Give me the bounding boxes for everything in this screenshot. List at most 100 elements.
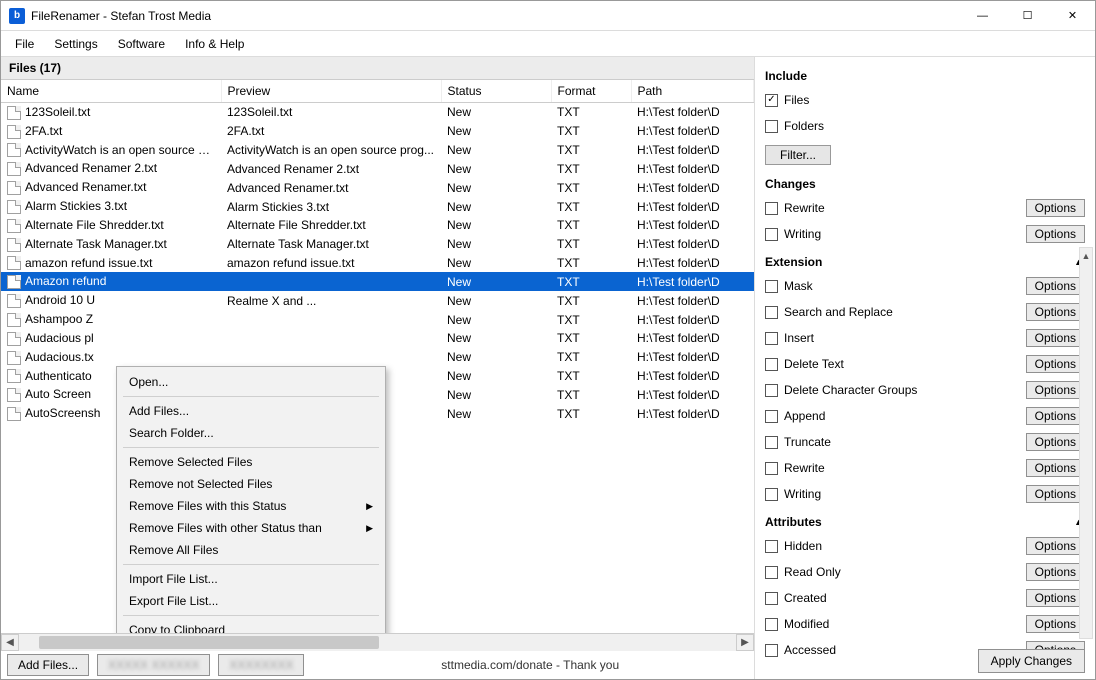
file-icon bbox=[7, 351, 21, 365]
file-icon bbox=[7, 407, 21, 421]
hidden-button-1[interactable]: XXXXX XXXXXX bbox=[97, 654, 210, 676]
options-hidden[interactable]: Options bbox=[1026, 537, 1085, 555]
ctx-remove-other-status[interactable]: Remove Files with other Status than▶ bbox=[117, 517, 385, 539]
ctx-add-files[interactable]: Add Files... bbox=[117, 400, 385, 422]
options-created[interactable]: Options bbox=[1026, 589, 1085, 607]
checkbox-files[interactable]: ✓ bbox=[765, 94, 778, 107]
table-row[interactable]: Ashampoo ZNewTXTH:\Test folder\D bbox=[1, 310, 754, 329]
checkbox-sar[interactable] bbox=[765, 306, 778, 319]
section-include: Include bbox=[765, 69, 1085, 83]
window-title: FileRenamer - Stefan Trost Media bbox=[31, 9, 960, 23]
apply-changes-button[interactable]: Apply Changes bbox=[978, 649, 1085, 673]
horizontal-scrollbar[interactable]: ◀ ▶ bbox=[1, 633, 754, 651]
checkbox-truncate[interactable] bbox=[765, 436, 778, 449]
checkbox-writing[interactable] bbox=[765, 228, 778, 241]
ctx-copy-clipboard[interactable]: Copy to Clipboard bbox=[117, 619, 385, 633]
file-icon bbox=[7, 219, 21, 233]
options-mask[interactable]: Options bbox=[1026, 277, 1085, 295]
panel-scrollbar[interactable]: ▲ bbox=[1079, 247, 1093, 639]
ctx-search-folder[interactable]: Search Folder... bbox=[117, 422, 385, 444]
hidden-button-2[interactable]: XXXXXXXX bbox=[218, 654, 304, 676]
ctx-remove-all[interactable]: Remove All Files bbox=[117, 539, 385, 561]
table-row[interactable]: Android 10 URealme X and ...NewTXTH:\Tes… bbox=[1, 291, 754, 310]
scroll-left-icon[interactable]: ◀ bbox=[1, 634, 19, 651]
ctx-export-list[interactable]: Export File List... bbox=[117, 590, 385, 612]
file-icon bbox=[7, 162, 21, 176]
checkbox-rewrite2[interactable] bbox=[765, 462, 778, 475]
options-sar[interactable]: Options bbox=[1026, 303, 1085, 321]
ctx-import-list[interactable]: Import File List... bbox=[117, 568, 385, 590]
file-list-panel: Files (17) Name Preview Status Format Pa… bbox=[1, 57, 755, 679]
ctx-remove-not-selected[interactable]: Remove not Selected Files bbox=[117, 473, 385, 495]
checkbox-rewrite[interactable] bbox=[765, 202, 778, 215]
table-row[interactable]: Advanced Renamer 2.txtAdvanced Renamer 2… bbox=[1, 159, 754, 178]
table-row[interactable]: Alternate Task Manager.txtAlternate Task… bbox=[1, 235, 754, 254]
menu-info[interactable]: Info & Help bbox=[177, 33, 252, 55]
options-writing[interactable]: Options bbox=[1026, 225, 1085, 243]
col-name[interactable]: Name bbox=[1, 80, 221, 103]
options-readonly[interactable]: Options bbox=[1026, 563, 1085, 581]
menu-bar: File Settings Software Info & Help bbox=[1, 31, 1095, 57]
section-attributes[interactable]: Attributes▲ bbox=[765, 515, 1085, 529]
checkbox-mask[interactable] bbox=[765, 280, 778, 293]
minimize-button[interactable]: — bbox=[960, 1, 1005, 30]
table-row[interactable]: Alarm Stickies 3.txtAlarm Stickies 3.txt… bbox=[1, 197, 754, 216]
col-format[interactable]: Format bbox=[551, 80, 631, 103]
add-files-button[interactable]: Add Files... bbox=[7, 654, 89, 676]
checkbox-delete-text[interactable] bbox=[765, 358, 778, 371]
section-extension[interactable]: Extension▲ bbox=[765, 255, 1085, 269]
table-row[interactable]: amazon refund issue.txtamazon refund iss… bbox=[1, 254, 754, 273]
scroll-right-icon[interactable]: ▶ bbox=[736, 634, 754, 651]
ctx-remove-status[interactable]: Remove Files with this Status▶ bbox=[117, 495, 385, 517]
table-row[interactable]: Audacious.txNewTXTH:\Test folder\D bbox=[1, 348, 754, 367]
options-insert[interactable]: Options bbox=[1026, 329, 1085, 347]
file-icon bbox=[7, 106, 21, 120]
checkbox-folders[interactable] bbox=[765, 120, 778, 133]
table-row[interactable]: Audacious plNewTXTH:\Test folder\D bbox=[1, 329, 754, 348]
checkbox-modified[interactable] bbox=[765, 618, 778, 631]
menu-settings[interactable]: Settings bbox=[46, 33, 105, 55]
table-row[interactable]: ActivityWatch is an open source pr...Act… bbox=[1, 141, 754, 160]
options-panel: Include ✓Files Folders Filter... Changes… bbox=[755, 57, 1095, 679]
table-row[interactable]: 2FA.txt2FA.txtNewTXTH:\Test folder\D bbox=[1, 122, 754, 141]
col-preview[interactable]: Preview bbox=[221, 80, 441, 103]
scroll-thumb[interactable] bbox=[39, 636, 379, 649]
file-icon bbox=[7, 238, 21, 252]
scroll-up-icon[interactable]: ▲ bbox=[1080, 248, 1092, 264]
options-rewrite[interactable]: Options bbox=[1026, 199, 1085, 217]
ctx-remove-selected[interactable]: Remove Selected Files bbox=[117, 451, 385, 473]
title-bar: b FileRenamer - Stefan Trost Media — ☐ ✕ bbox=[1, 1, 1095, 31]
bottom-bar: Add Files... XXXXX XXXXXX XXXXXXXX sttme… bbox=[1, 651, 754, 679]
options-writing2[interactable]: Options bbox=[1026, 485, 1085, 503]
checkbox-insert[interactable] bbox=[765, 332, 778, 345]
checkbox-delete-groups[interactable] bbox=[765, 384, 778, 397]
maximize-button[interactable]: ☐ bbox=[1005, 1, 1050, 30]
checkbox-accessed[interactable] bbox=[765, 644, 778, 657]
menu-software[interactable]: Software bbox=[110, 33, 173, 55]
table-row[interactable]: Amazon refundNewTXTH:\Test folder\D bbox=[1, 272, 754, 291]
table-row[interactable]: Alternate File Shredder.txtAlternate Fil… bbox=[1, 216, 754, 235]
options-append[interactable]: Options bbox=[1026, 407, 1085, 425]
options-delete-groups[interactable]: Options bbox=[1026, 381, 1085, 399]
checkbox-writing2[interactable] bbox=[765, 488, 778, 501]
options-delete-text[interactable]: Options bbox=[1026, 355, 1085, 373]
filter-button[interactable]: Filter... bbox=[765, 145, 831, 165]
options-truncate[interactable]: Options bbox=[1026, 433, 1085, 451]
file-icon bbox=[7, 256, 21, 270]
table-row[interactable]: Advanced Renamer.txtAdvanced Renamer.txt… bbox=[1, 178, 754, 197]
col-status[interactable]: Status bbox=[441, 80, 551, 103]
chevron-right-icon: ▶ bbox=[366, 501, 373, 512]
checkbox-created[interactable] bbox=[765, 592, 778, 605]
menu-file[interactable]: File bbox=[7, 33, 42, 55]
options-modified[interactable]: Options bbox=[1026, 615, 1085, 633]
col-path[interactable]: Path bbox=[631, 80, 754, 103]
checkbox-hidden[interactable] bbox=[765, 540, 778, 553]
table-row[interactable]: 123Soleil.txt123Soleil.txtNewTXTH:\Test … bbox=[1, 103, 754, 122]
close-button[interactable]: ✕ bbox=[1050, 1, 1095, 30]
context-menu: Open... Add Files... Search Folder... Re… bbox=[116, 366, 386, 633]
checkbox-readonly[interactable] bbox=[765, 566, 778, 579]
ctx-open[interactable]: Open... bbox=[117, 371, 385, 393]
options-rewrite2[interactable]: Options bbox=[1026, 459, 1085, 477]
label-folders: Folders bbox=[784, 119, 1085, 133]
checkbox-append[interactable] bbox=[765, 410, 778, 423]
